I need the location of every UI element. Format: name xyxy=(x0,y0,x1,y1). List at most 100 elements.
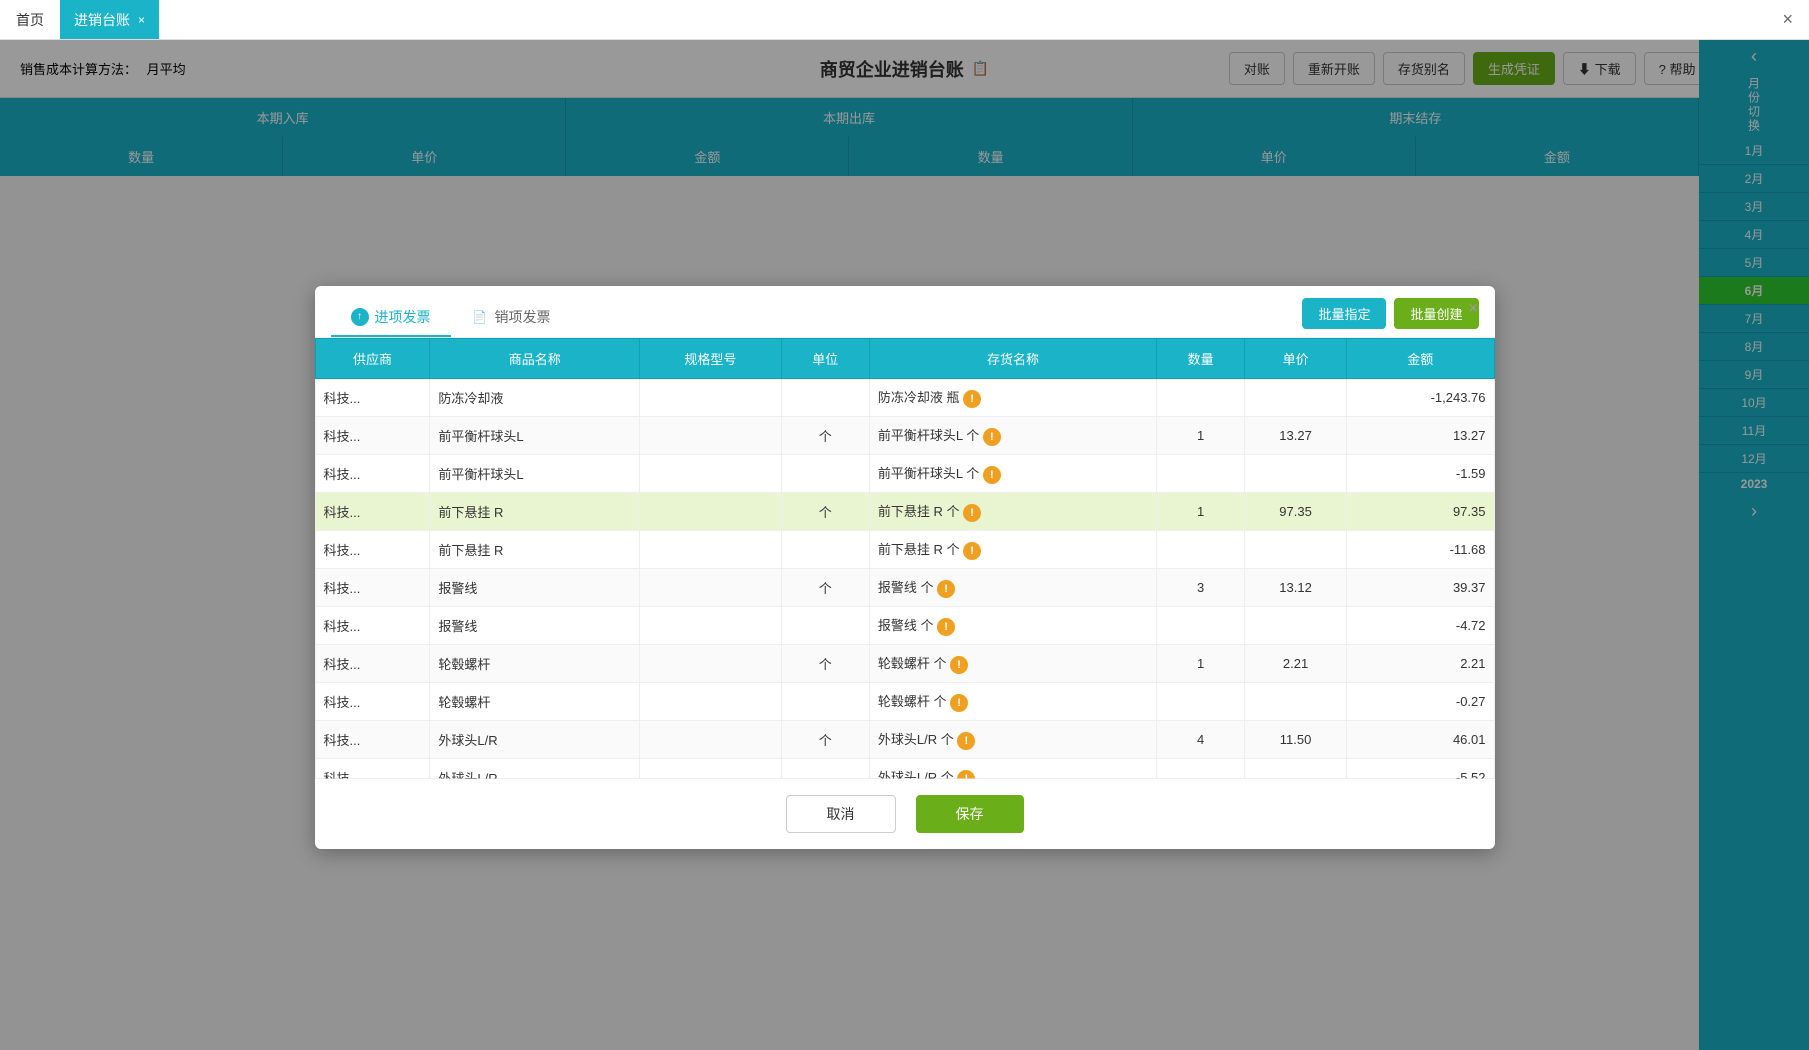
cancel-button[interactable]: 取消 xyxy=(786,795,896,833)
cell-inventory: 前平衡杆球头L 个 ! xyxy=(869,455,1156,493)
cell-spec xyxy=(640,683,782,721)
cell-unit xyxy=(781,379,869,417)
cell-spec xyxy=(640,721,782,759)
cell-unit-price xyxy=(1245,531,1347,569)
modal-table-scroll[interactable]: 供应商 商品名称 规格型号 单位 存货名称 数量 单价 金额 科技... 防冻冷… xyxy=(315,338,1495,778)
warning-icon: ! xyxy=(963,390,981,408)
purchase-tab-label: 进项发票 xyxy=(375,307,431,327)
cell-unit-price xyxy=(1245,683,1347,721)
table-row: 科技... 报警线 个 报警线 个 ! 3 13.12 39.37 xyxy=(315,569,1494,607)
warning-icon: ! xyxy=(957,732,975,750)
warning-icon: ! xyxy=(963,542,981,560)
cell-quantity: 3 xyxy=(1157,569,1245,607)
cell-supplier: 科技... xyxy=(315,379,430,417)
cell-unit: 个 xyxy=(781,417,869,455)
modal-table-body: 科技... 防冻冷却液 防冻冷却液 瓶 ! -1,243.76 科技... 前平… xyxy=(315,379,1494,779)
cell-amount: -11.68 xyxy=(1346,531,1494,569)
cell-quantity xyxy=(1157,455,1245,493)
home-tab[interactable]: 首页 xyxy=(0,10,60,30)
cell-spec xyxy=(640,417,782,455)
cell-quantity: 1 xyxy=(1157,645,1245,683)
purchase-sales-tab[interactable]: 进销台账 × xyxy=(60,0,159,39)
cell-product: 报警线 xyxy=(430,569,640,607)
cell-quantity: 1 xyxy=(1157,417,1245,455)
cell-product: 前平衡杆球头L xyxy=(430,417,640,455)
cell-quantity xyxy=(1157,379,1245,417)
cell-amount: 46.01 xyxy=(1346,721,1494,759)
cell-spec xyxy=(640,759,782,779)
cell-inventory: 前下悬挂 R 个 ! xyxy=(869,531,1156,569)
modal-header: ↑ 进项发票 📄 销项发票 批量指定 批量创建 × xyxy=(315,286,1495,338)
col-unit-price: 单价 xyxy=(1245,339,1347,379)
cell-unit-price: 2.21 xyxy=(1245,645,1347,683)
save-button[interactable]: 保存 xyxy=(916,795,1024,833)
invoice-table: 供应商 商品名称 规格型号 单位 存货名称 数量 单价 金额 科技... 防冻冷… xyxy=(315,338,1495,778)
table-row: 科技... 轮毂螺杆 个 轮毂螺杆 个 ! 1 2.21 2.21 xyxy=(315,645,1494,683)
cell-amount: -1,243.76 xyxy=(1346,379,1494,417)
cell-inventory: 轮毂螺杆 个 ! xyxy=(869,645,1156,683)
top-bar: 首页 进销台账 × × xyxy=(0,0,1809,40)
cell-inventory: 轮毂螺杆 个 ! xyxy=(869,683,1156,721)
cell-unit xyxy=(781,607,869,645)
col-quantity: 数量 xyxy=(1157,339,1245,379)
cell-supplier: 科技... xyxy=(315,721,430,759)
cell-inventory: 报警线 个 ! xyxy=(869,569,1156,607)
tab-purchase-invoice[interactable]: ↑ 进项发票 xyxy=(331,299,451,337)
cell-product: 轮毂螺杆 xyxy=(430,645,640,683)
table-row: 科技... 防冻冷却液 防冻冷却液 瓶 ! -1,243.76 xyxy=(315,379,1494,417)
cell-unit: 个 xyxy=(781,645,869,683)
table-row: 科技... 外球头L/R 个 外球头L/R 个 ! 4 11.50 46.01 xyxy=(315,721,1494,759)
modal-dialog: ↑ 进项发票 📄 销项发票 批量指定 批量创建 × 供应商 商品名称 规格型号 xyxy=(315,286,1495,849)
cell-supplier: 科技... xyxy=(315,607,430,645)
cell-supplier: 科技... xyxy=(315,569,430,607)
cell-supplier: 科技... xyxy=(315,683,430,721)
col-unit: 单位 xyxy=(781,339,869,379)
cell-unit xyxy=(781,531,869,569)
tab-label: 进销台账 xyxy=(74,10,130,30)
batch-create-button[interactable]: 批量创建 xyxy=(1394,298,1478,329)
col-supplier: 供应商 xyxy=(315,339,430,379)
cell-amount: 97.35 xyxy=(1346,493,1494,531)
cell-supplier: 科技... xyxy=(315,759,430,779)
cell-unit xyxy=(781,455,869,493)
cell-product: 前下悬挂 R xyxy=(430,531,640,569)
cell-amount: -4.72 xyxy=(1346,607,1494,645)
tab-close-icon[interactable]: × xyxy=(138,13,145,27)
modal-action-buttons: 批量指定 批量创建 xyxy=(1302,298,1478,329)
cell-spec xyxy=(640,607,782,645)
table-row: 科技... 前下悬挂 R 前下悬挂 R 个 ! -11.68 xyxy=(315,531,1494,569)
tab-sales-invoice[interactable]: 📄 销项发票 xyxy=(451,299,571,337)
cell-product: 报警线 xyxy=(430,607,640,645)
cell-spec xyxy=(640,645,782,683)
cell-inventory: 外球头L/R 个 ! xyxy=(869,721,1156,759)
cell-spec xyxy=(640,493,782,531)
col-inventory: 存货名称 xyxy=(869,339,1156,379)
cell-amount: 2.21 xyxy=(1346,645,1494,683)
warning-icon: ! xyxy=(937,580,955,598)
table-header-row: 供应商 商品名称 规格型号 单位 存货名称 数量 单价 金额 xyxy=(315,339,1494,379)
window-close-button[interactable]: × xyxy=(1766,9,1809,30)
table-row: 科技... 轮毂螺杆 轮毂螺杆 个 ! -0.27 xyxy=(315,683,1494,721)
cell-amount: -0.27 xyxy=(1346,683,1494,721)
cell-unit xyxy=(781,759,869,779)
warning-icon: ! xyxy=(937,618,955,636)
cell-amount: 13.27 xyxy=(1346,417,1494,455)
cell-inventory: 前下悬挂 R 个 ! xyxy=(869,493,1156,531)
cell-inventory: 前平衡杆球头L 个 ! xyxy=(869,417,1156,455)
modal-close-button[interactable]: × xyxy=(1468,298,1479,319)
cell-inventory: 报警线 个 ! xyxy=(869,607,1156,645)
cell-spec xyxy=(640,379,782,417)
col-product: 商品名称 xyxy=(430,339,640,379)
batch-assign-button[interactable]: 批量指定 xyxy=(1302,298,1386,329)
cell-spec xyxy=(640,455,782,493)
cell-product: 轮毂螺杆 xyxy=(430,683,640,721)
cell-quantity xyxy=(1157,531,1245,569)
cell-unit: 个 xyxy=(781,493,869,531)
table-row: 科技... 前平衡杆球头L 个 前平衡杆球头L 个 ! 1 13.27 13.2… xyxy=(315,417,1494,455)
table-row: 科技... 外球头L/R 外球头L/R 个 ! -5.52 xyxy=(315,759,1494,779)
cell-product: 前下悬挂 R xyxy=(430,493,640,531)
cell-unit-price: 13.12 xyxy=(1245,569,1347,607)
warning-icon: ! xyxy=(983,428,1001,446)
warning-icon: ! xyxy=(963,504,981,522)
warning-icon: ! xyxy=(950,694,968,712)
